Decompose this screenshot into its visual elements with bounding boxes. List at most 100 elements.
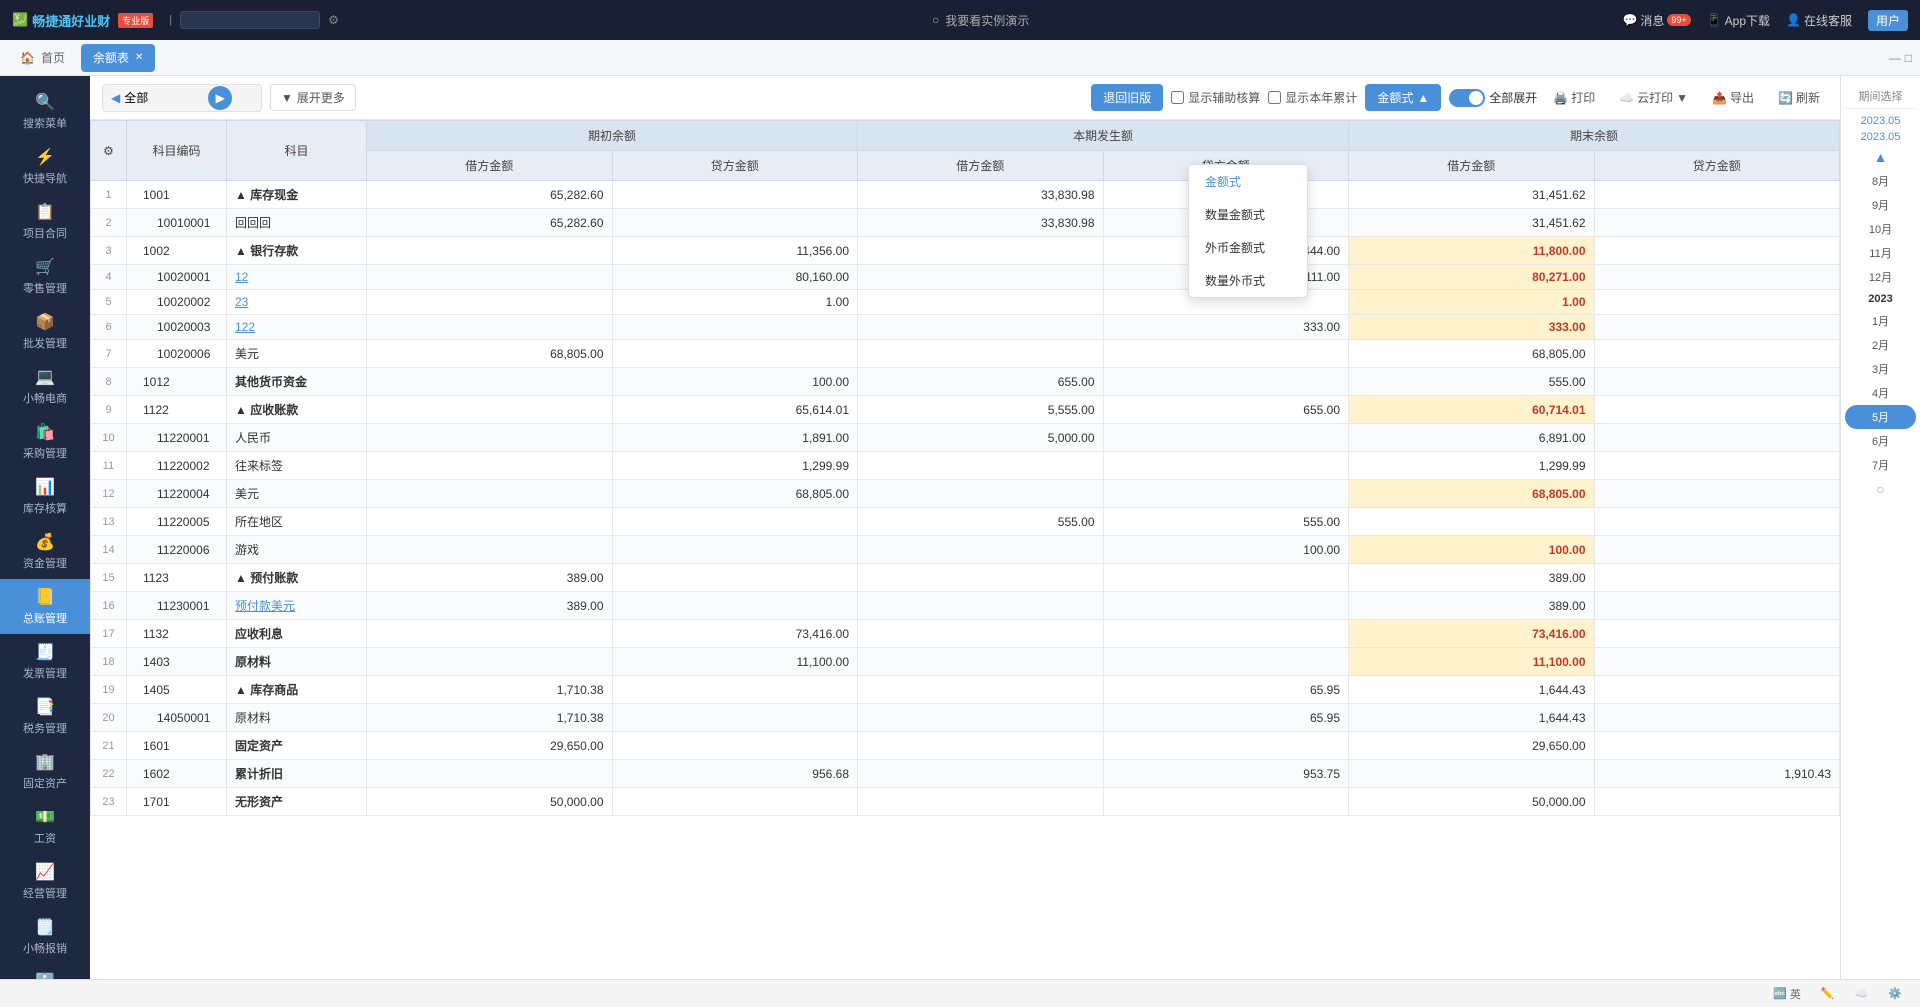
table-row[interactable]: 210010001回回回65,282.6033,830.9831,451.62 (91, 209, 1840, 237)
month-2[interactable]: 2月 (1845, 333, 1916, 357)
table-row[interactable]: 1611230001预付款美元389.00389.00 (91, 592, 1840, 620)
table-row[interactable]: 11001▲ 库存现金65,282.6033,830.9831,451.62 (91, 181, 1840, 209)
user-avatar[interactable]: 用户 (1868, 10, 1908, 31)
tab-minimize-icon[interactable]: — (1889, 51, 1901, 65)
dropdown-waibijine[interactable]: 外币金额式 (1189, 231, 1307, 264)
month-7[interactable]: 7月 (1845, 453, 1916, 477)
tab-balance[interactable]: 余额表 ✕ (81, 44, 155, 72)
table-row[interactable]: 2014050001原材料1,710.3865.951,644.43 (91, 704, 1840, 732)
table-row[interactable]: 1411220006游戏100.00100.00 (91, 536, 1840, 564)
table-row[interactable]: 81012其他货币资金100.00655.00555.00 (91, 368, 1840, 396)
table-row[interactable]: 610020003122333.00333.00 (91, 315, 1840, 340)
right-panel-year1[interactable]: 2023.05 (1845, 113, 1916, 129)
table-row[interactable]: 91122▲ 应收账款65,614.015,555.00655.0060,714… (91, 396, 1840, 424)
table-row[interactable]: 171132应收利息73,416.0073,416.00 (91, 620, 1840, 648)
sidebar-item-search[interactable]: 🔍 搜索菜单 (0, 84, 90, 139)
settings-gear-icon[interactable]: ⚙ (103, 144, 114, 158)
panel-expand-down[interactable]: ○ (1845, 477, 1916, 501)
expand-more-btn[interactable]: ▼ 展开更多 (270, 84, 356, 111)
app-download-btn[interactable]: 📱 App下载 (1707, 12, 1770, 29)
table-row[interactable]: 1211220004美元68,805.0068,805.00 (91, 480, 1840, 508)
table-row[interactable]: 710020006美元68,805.0068,805.00 (91, 340, 1840, 368)
sidebar-item-wholesale[interactable]: 📦 批发管理 (0, 304, 90, 359)
sidebar-item-retail[interactable]: 🛒 零售管理 (0, 249, 90, 304)
month-11[interactable]: 11月 (1845, 241, 1916, 265)
sidebar-item-salary[interactable]: 💵 工资 (0, 799, 90, 854)
amount-mode-btn[interactable]: 金额式 ▲ (1365, 84, 1441, 111)
search-input[interactable] (124, 91, 204, 105)
dropdown-jine[interactable]: 金额式 (1189, 165, 1307, 198)
sidebar-item-assets[interactable]: 🏢 固定资产 (0, 744, 90, 799)
refresh-btn[interactable]: 🔄 刷新 (1770, 85, 1828, 110)
table-row[interactable]: 1011220001人民币1,891.005,000.006,891.00 (91, 424, 1840, 452)
bottom-cloud-btn[interactable]: ☁️ (1849, 985, 1875, 1002)
toggle-switch[interactable] (1449, 89, 1485, 107)
expand-all-label: 全部展开 (1489, 89, 1537, 106)
bottom-settings-btn[interactable]: ⚙️ (1882, 985, 1908, 1002)
dropdown-shuliangjine[interactable]: 数量金额式 (1189, 198, 1307, 231)
month-1[interactable]: 1月 (1845, 309, 1916, 333)
yearly-check-label[interactable]: 显示本年累计 (1268, 89, 1357, 106)
sidebar-item-tax[interactable]: 📑 税务管理 (0, 689, 90, 744)
cell-subject[interactable]: 23 (227, 290, 367, 315)
sidebar-item-invoice[interactable]: 🧾 发票管理 (0, 634, 90, 689)
message-btn[interactable]: 💬 消息 99+ (1622, 12, 1690, 29)
col-settings-header[interactable]: ⚙ (91, 121, 127, 181)
dropdown-shuliangwaibi[interactable]: 数量外币式 (1189, 264, 1307, 297)
top-search-input[interactable] (180, 11, 320, 29)
panel-expand-up[interactable]: ▲ (1845, 145, 1916, 169)
export-btn[interactable]: 📤 导出 (1704, 85, 1762, 110)
table-row[interactable]: 181403原材料11,100.0011,100.00 (91, 648, 1840, 676)
month-3[interactable]: 3月 (1845, 357, 1916, 381)
cell-subject[interactable]: 预付款美元 (227, 592, 367, 620)
table-row[interactable]: 1311220005所在地区555.00555.00 (91, 508, 1840, 536)
month-8[interactable]: 8月 (1845, 169, 1916, 193)
cell-subject[interactable]: 122 (227, 315, 367, 340)
table-row[interactable]: 191405▲ 库存商品1,710.3865.951,644.43 (91, 676, 1840, 704)
cell-credit-cur (1103, 788, 1349, 816)
sidebar-item-purchase[interactable]: 🛍️ 采购管理 (0, 414, 90, 469)
table-row[interactable]: 510020002231.001.00 (91, 290, 1840, 315)
table-row[interactable]: 31002▲ 银行存款11,356.00444.0011,800.00 (91, 237, 1840, 265)
expand-all-toggle[interactable]: 全部展开 (1449, 89, 1537, 107)
bottom-text-btn[interactable]: 🔤 英 (1767, 984, 1807, 1004)
demo-link[interactable]: 我要看实例演示 (945, 12, 1029, 29)
sidebar-item-ledger[interactable]: 📒 总账管理 (0, 579, 90, 634)
bottom-edit-btn[interactable]: ✏️ (1815, 985, 1841, 1002)
sidebar-item-ecommerce[interactable]: 💻 小畅电商 (0, 359, 90, 414)
table-row[interactable]: 231701无形资产50,000.0050,000.00 (91, 788, 1840, 816)
month-4[interactable]: 4月 (1845, 381, 1916, 405)
right-panel-year2[interactable]: 2023.05 (1845, 129, 1916, 145)
month-10[interactable]: 10月 (1845, 217, 1916, 241)
month-9[interactable]: 9月 (1845, 193, 1916, 217)
sidebar-item-capital[interactable]: 💰 资金管理 (0, 524, 90, 579)
tab-home[interactable]: 🏠 首页 (8, 44, 77, 72)
cloud-print-btn[interactable]: ☁️ 云打印 ▼ (1611, 85, 1696, 110)
month-12[interactable]: 12月 (1845, 265, 1916, 289)
table-row[interactable]: 1111220002往来标签1,299.991,299.99 (91, 452, 1840, 480)
tab-close-icon[interactable]: ✕ (135, 52, 143, 63)
top-settings-icon[interactable]: ⚙ (328, 13, 339, 27)
online-service-btn[interactable]: 👤 在线客服 (1786, 12, 1852, 29)
yearly-checkbox[interactable] (1268, 91, 1281, 104)
table-row[interactable]: 151123▲ 预付账款389.00389.00 (91, 564, 1840, 592)
sidebar-item-inventory[interactable]: 📊 库存核算 (0, 469, 90, 524)
sidebar-item-base[interactable]: ℹ️ 基础信息 (0, 964, 90, 979)
month-6[interactable]: 6月 (1845, 429, 1916, 453)
cell-subject: 应收利息 (227, 620, 367, 648)
table-row[interactable]: 211601固定资产29,650.0029,650.00 (91, 732, 1840, 760)
print-btn[interactable]: 🖨️ 打印 (1545, 85, 1603, 110)
sidebar-item-reports[interactable]: 🗒️ 小畅报销 (0, 909, 90, 964)
aux-checkbox[interactable] (1171, 91, 1184, 104)
table-row[interactable]: 4100200011280,160.00111.0080,271.00 (91, 265, 1840, 290)
back-btn[interactable]: 退回旧版 (1091, 84, 1163, 111)
sidebar-item-quicknav[interactable]: ⚡ 快捷导航 (0, 139, 90, 194)
cell-subject[interactable]: 12 (227, 265, 367, 290)
sidebar-item-operations[interactable]: 📈 经营管理 (0, 854, 90, 909)
month-5[interactable]: 5月 (1845, 405, 1916, 429)
tab-maximize-icon[interactable]: □ (1905, 51, 1912, 65)
sidebar-item-project[interactable]: 📋 项目合同 (0, 194, 90, 249)
search-go-btn[interactable]: ▶ (208, 86, 232, 110)
table-row[interactable]: 221602累计折旧956.68953.751,910.43 (91, 760, 1840, 788)
aux-check-label[interactable]: 显示辅助核算 (1171, 89, 1260, 106)
